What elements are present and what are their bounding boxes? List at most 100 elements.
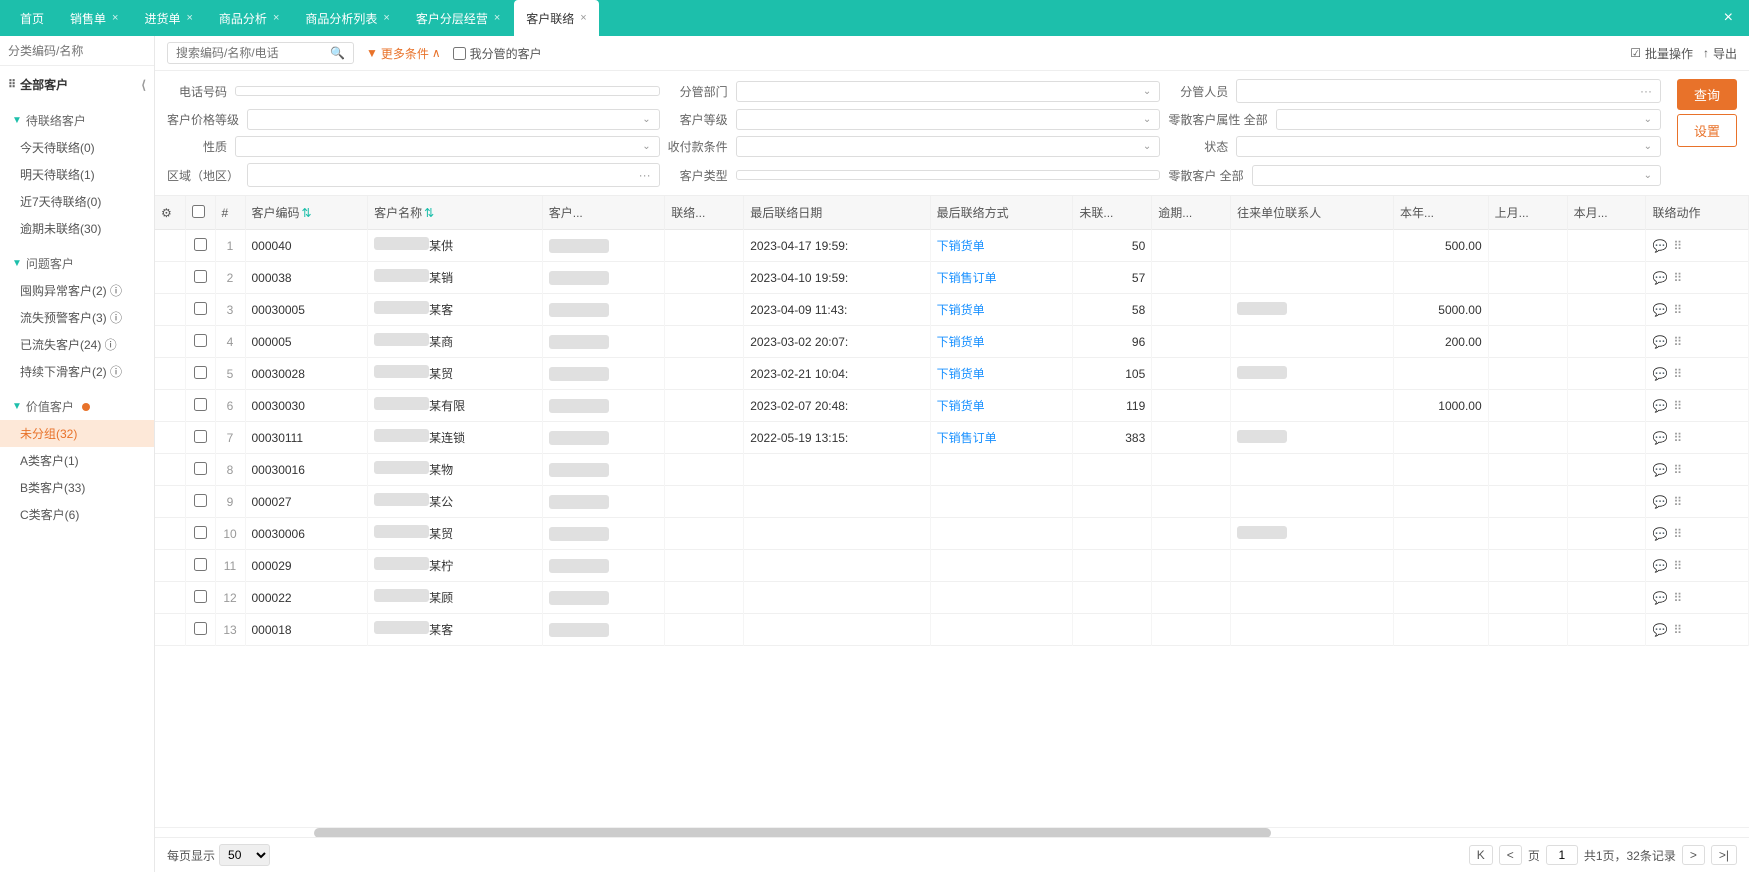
cell-check[interactable] <box>185 358 215 390</box>
cell-last-method[interactable] <box>930 614 1073 646</box>
tab-sales-order[interactable]: 销售单 × <box>58 0 130 36</box>
cell-name[interactable]: 某贸 <box>368 518 543 550</box>
chat-icon[interactable]: 💬 <box>1652 399 1667 413</box>
cell-name[interactable]: 某销 <box>368 262 543 294</box>
cell-check[interactable] <box>185 230 215 262</box>
sidebar-item-hoard[interactable]: 囤购异常客户(2) ⓘ <box>0 277 154 304</box>
first-page-btn[interactable]: K <box>1469 845 1493 865</box>
grid-action-icon[interactable]: ⠿ <box>1673 527 1682 541</box>
cust-type-input[interactable] <box>736 170 1161 180</box>
col-gear[interactable]: ⚙ <box>155 196 185 230</box>
dept-input[interactable]: ⌄ <box>736 81 1161 102</box>
col-last-method[interactable]: 最后联络方式 <box>930 196 1073 230</box>
my-customers-checkbox[interactable]: 我分管的客户 <box>453 45 542 62</box>
export-btn[interactable]: ↑ 导出 <box>1703 45 1737 62</box>
last-page-btn[interactable]: >| <box>1711 845 1737 865</box>
col-name[interactable]: 客户名称⇅ <box>368 196 543 230</box>
col-type[interactable]: 客户... <box>542 196 665 230</box>
grid-action-icon[interactable]: ⠿ <box>1673 271 1682 285</box>
chat-icon[interactable]: 💬 <box>1652 271 1667 285</box>
cell-last-method[interactable] <box>930 486 1073 518</box>
cell-last-method[interactable]: 下销售订单 <box>930 422 1073 454</box>
tab-home[interactable]: 首页 <box>8 0 56 36</box>
close-tab-sales[interactable]: × <box>112 12 118 24</box>
cell-check[interactable] <box>185 294 215 326</box>
cell-check[interactable] <box>185 582 215 614</box>
cell-last-method[interactable] <box>930 550 1073 582</box>
person-input[interactable]: ··· <box>1236 79 1661 103</box>
sidebar-item-unclassified[interactable]: 未分组(32) <box>0 420 154 447</box>
page-input[interactable] <box>1546 845 1578 865</box>
chat-icon[interactable]: 💬 <box>1652 495 1667 509</box>
cell-check[interactable] <box>185 390 215 422</box>
chat-icon[interactable]: 💬 <box>1652 591 1667 605</box>
my-customers-check-input[interactable] <box>453 47 466 60</box>
cell-check[interactable] <box>185 326 215 358</box>
region-input[interactable]: ··· <box>247 163 660 187</box>
chat-icon[interactable]: 💬 <box>1652 623 1667 637</box>
cell-name[interactable]: 某顾 <box>368 582 543 614</box>
grid-action-icon[interactable]: ⠿ <box>1673 495 1682 509</box>
sidebar-item-today[interactable]: 今天待联络(0) <box>0 134 154 161</box>
problem-customers-header[interactable]: ▼ 问题客户 <box>0 250 154 277</box>
grid-action-icon[interactable]: ⠿ <box>1673 335 1682 349</box>
sidebar-search-input[interactable] <box>8 44 155 58</box>
grid-action-icon[interactable]: ⠿ <box>1673 399 1682 413</box>
col-code[interactable]: 客户编码⇅ <box>245 196 368 230</box>
sidebar-item-class-c[interactable]: C类客户(6) <box>0 501 154 528</box>
chat-icon[interactable]: 💬 <box>1652 463 1667 477</box>
more-conditions-btn[interactable]: ▼ 更多条件 ∧ <box>366 45 441 62</box>
cell-check[interactable] <box>185 550 215 582</box>
grid-action-icon[interactable]: ⠿ <box>1673 431 1682 445</box>
phone-input[interactable] <box>235 86 660 96</box>
close-tab-product-list[interactable]: × <box>383 12 389 24</box>
grid-action-icon[interactable]: ⠿ <box>1673 303 1682 317</box>
cell-name[interactable]: 某商 <box>368 326 543 358</box>
cell-last-method[interactable] <box>930 582 1073 614</box>
page-size-select[interactable]: 50 10 20 100 <box>219 844 270 866</box>
cell-last-method[interactable]: 下销货单 <box>930 326 1073 358</box>
col-this-month[interactable]: 本月... <box>1567 196 1646 230</box>
col-last-month[interactable]: 上月... <box>1488 196 1567 230</box>
cell-name[interactable]: 某有限 <box>368 390 543 422</box>
select-all-checkbox[interactable] <box>192 205 205 218</box>
batch-op-btn[interactable]: ☑ 批量操作 <box>1630 45 1693 62</box>
cell-name[interactable]: 某客 <box>368 614 543 646</box>
nature-input[interactable]: ⌄ <box>235 136 660 157</box>
close-tab-purchase[interactable]: × <box>186 12 192 24</box>
cell-check[interactable] <box>185 454 215 486</box>
all-customers-header[interactable]: ⠿ 全部客户 ⟨ <box>0 70 154 99</box>
price-grade-input[interactable]: ⌄ <box>247 109 660 130</box>
cell-name[interactable]: 某柠 <box>368 550 543 582</box>
payment-input[interactable]: ⌄ <box>736 136 1161 157</box>
sidebar-item-7days[interactable]: 近7天待联络(0) <box>0 188 154 215</box>
prev-page-btn[interactable]: < <box>1499 845 1522 865</box>
grid-action-icon[interactable]: ⠿ <box>1673 367 1682 381</box>
cell-check[interactable] <box>185 422 215 454</box>
chat-icon[interactable]: 💬 <box>1652 303 1667 317</box>
sidebar-item-declining[interactable]: 持续下滑客户(2) ⓘ <box>0 358 154 385</box>
tab-customer-contact[interactable]: 客户联络 × <box>514 0 598 36</box>
col-this-year[interactable]: 本年... <box>1394 196 1489 230</box>
search-input[interactable] <box>176 46 326 60</box>
chat-icon[interactable]: 💬 <box>1652 527 1667 541</box>
pending-contact-header[interactable]: ▼ 待联络客户 <box>0 107 154 134</box>
close-tab-product-analysis[interactable]: × <box>273 12 279 24</box>
grid-action-icon[interactable]: ⠿ <box>1673 623 1682 637</box>
cell-name[interactable]: 某公 <box>368 486 543 518</box>
value-customers-header[interactable]: ▼ 价值客户 <box>0 393 154 420</box>
search-icon[interactable]: 🔍 <box>330 46 345 60</box>
grid-action-icon[interactable]: ⠿ <box>1673 239 1682 253</box>
reset-button[interactable]: 设置 <box>1677 114 1737 147</box>
grid-action-icon[interactable]: ⠿ <box>1673 559 1682 573</box>
sidebar-item-churn-warning[interactable]: 流失预警客户(3) ⓘ <box>0 304 154 331</box>
tab-product-analysis-list[interactable]: 商品分析列表 × <box>293 0 401 36</box>
gear-icon[interactable]: ⚙ <box>161 206 172 220</box>
retail-attr-input[interactable]: ⌄ <box>1276 109 1661 130</box>
query-button[interactable]: 查询 <box>1677 79 1737 110</box>
col-overdue[interactable]: 逾期... <box>1152 196 1231 230</box>
chat-icon[interactable]: 💬 <box>1652 367 1667 381</box>
close-tab-contact[interactable]: × <box>580 12 586 24</box>
cell-name[interactable]: 某连锁 <box>368 422 543 454</box>
chat-icon[interactable]: 💬 <box>1652 559 1667 573</box>
